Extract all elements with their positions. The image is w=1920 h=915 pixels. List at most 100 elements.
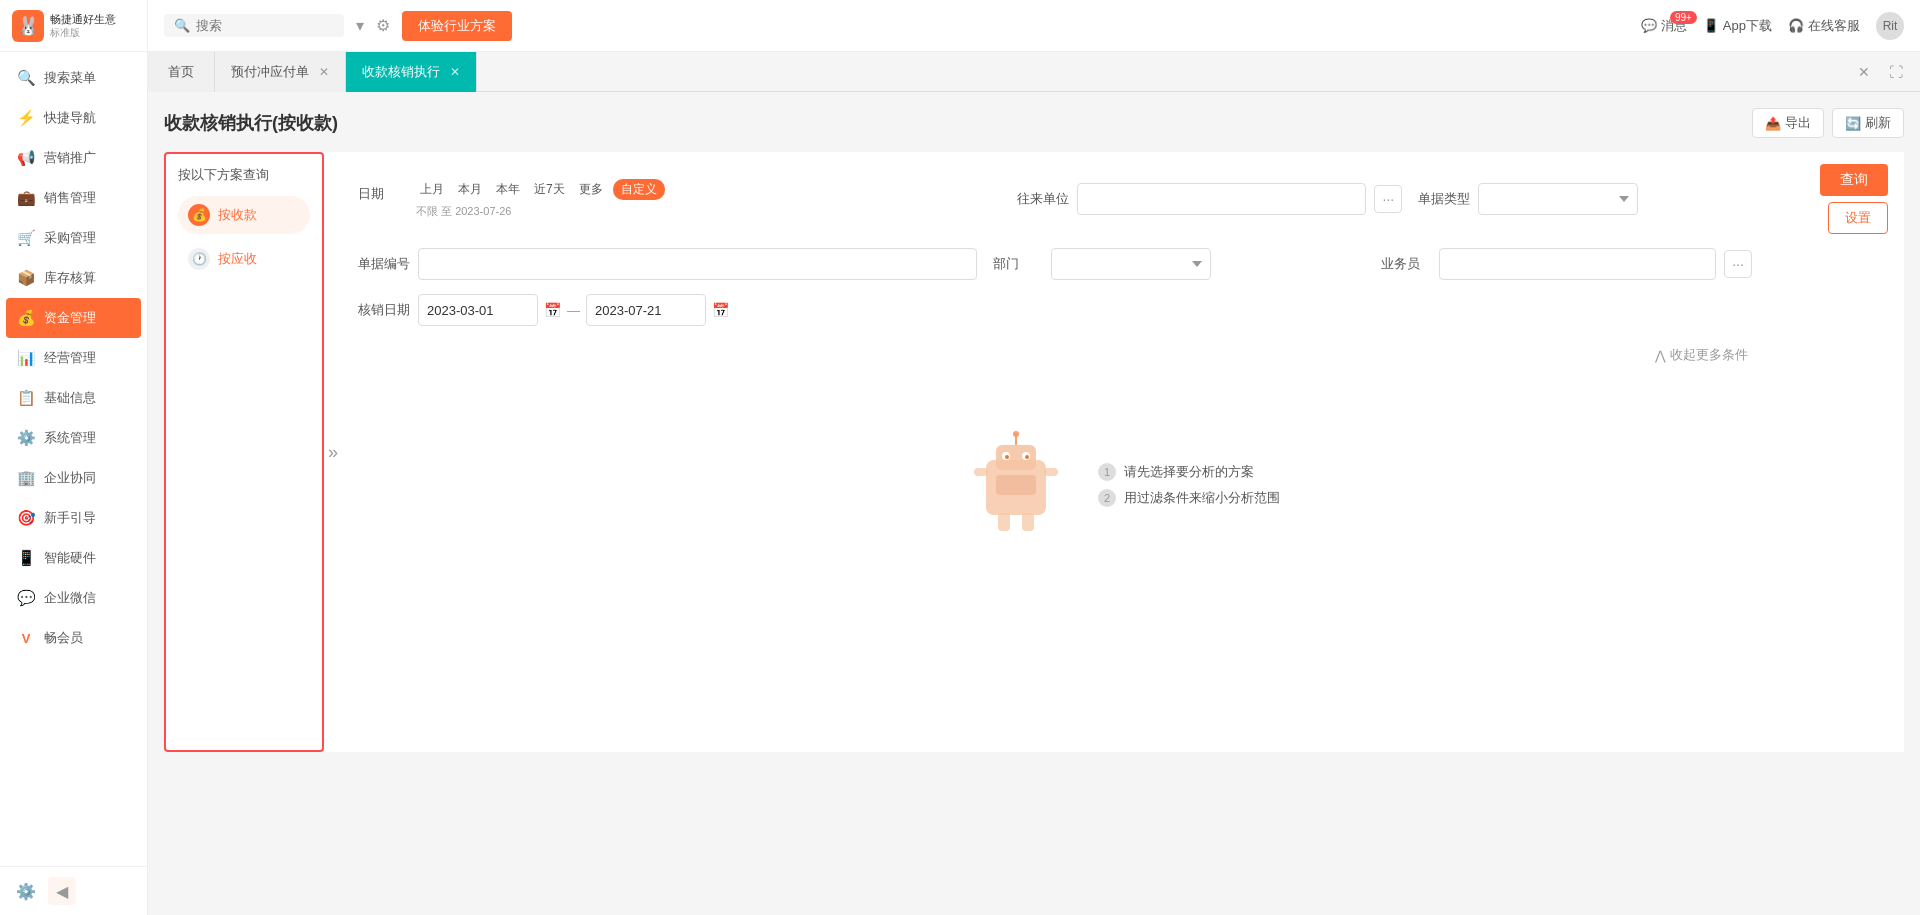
sidebar-item-finance[interactable]: 💰 资金管理 xyxy=(6,298,141,338)
settings-icon[interactable]: ⚙ xyxy=(376,16,390,35)
phone-icon: 📱 xyxy=(1703,18,1719,33)
sidebar-item-vip[interactable]: V 畅会员 xyxy=(0,618,147,658)
industry-solution-button[interactable]: 体验行业方案 xyxy=(402,11,512,41)
sidebar-item-basic[interactable]: 📋 基础信息 xyxy=(0,378,147,418)
shortcut-this-year[interactable]: 本年 xyxy=(492,179,524,200)
sidebar-item-operations[interactable]: 📊 经营管理 xyxy=(0,338,147,378)
message-button[interactable]: 💬 消息 99+ xyxy=(1641,17,1687,35)
tab-prepay-label: 预付冲应付单 xyxy=(231,63,309,81)
sidebar-item-label: 企业协同 xyxy=(44,469,96,487)
hint-text-1: 请先选择要分析的方案 xyxy=(1124,463,1254,481)
form-row-2: 单据编号 部门 业务员 ··· xyxy=(358,248,1888,280)
date-to-display: 至 2023-07-26 xyxy=(441,205,511,217)
sidebar-item-search[interactable]: 🔍 搜索菜单 xyxy=(0,58,147,98)
vip-icon: V xyxy=(16,628,36,648)
verify-start-input[interactable] xyxy=(418,294,538,326)
calendar-end-icon[interactable]: 📅 xyxy=(712,302,729,318)
hint-number-1: 1 xyxy=(1098,463,1116,481)
collapse-button[interactable]: ◀ xyxy=(48,877,76,905)
settings-button[interactable]: ⚙️ xyxy=(12,877,40,905)
tab-prepay-close[interactable]: ✕ xyxy=(319,65,329,79)
export-button[interactable]: 📤 导出 xyxy=(1752,108,1824,138)
verify-end-input[interactable] xyxy=(586,294,706,326)
setting-button[interactable]: 设置 xyxy=(1828,202,1888,234)
counterpart-input[interactable] xyxy=(1077,183,1367,215)
sidebar-item-system[interactable]: ⚙️ 系统管理 xyxy=(0,418,147,458)
clipboard-icon: 📋 xyxy=(16,388,36,408)
filter-by-receivable[interactable]: 🕐 按应收 xyxy=(178,240,310,278)
sidebar-item-marketing[interactable]: 📢 营销推广 xyxy=(0,138,147,178)
shortcut-this-month[interactable]: 本月 xyxy=(454,179,486,200)
doc-type-field: 单据类型 xyxy=(1418,183,1804,215)
more-conditions-label: 收起更多条件 xyxy=(1670,346,1748,364)
salesperson-more-button[interactable]: ··· xyxy=(1724,250,1752,278)
svg-rect-8 xyxy=(996,475,1036,495)
page-header-actions: 📤 导出 🔄 刷新 xyxy=(1752,108,1904,138)
export-icon: 📤 xyxy=(1765,116,1781,131)
page-header: 收款核销执行(按收款) 📤 导出 🔄 刷新 xyxy=(164,108,1904,138)
filter-by-receipt[interactable]: 💰 按收款 xyxy=(178,196,310,234)
search-box[interactable]: 🔍 xyxy=(164,14,344,37)
tab-collection-close[interactable]: ✕ xyxy=(450,65,460,79)
collapse-panel-button[interactable]: » xyxy=(328,442,338,463)
sidebar-item-sales[interactable]: 💼 销售管理 xyxy=(0,178,147,218)
search-icon: 🔍 xyxy=(16,68,36,88)
sidebar-item-hardware[interactable]: 📱 智能硬件 xyxy=(0,538,147,578)
svg-rect-1 xyxy=(996,445,1036,470)
sidebar: 🐰 畅捷通好生意 标准版 🔍 搜索菜单 ⚡ 快捷导航 📢 营销推广 💼 销售管理… xyxy=(0,0,148,915)
tab-expand-button[interactable]: ⛶ xyxy=(1880,56,1912,88)
tab-collection[interactable]: 收款核销执行 ✕ xyxy=(346,52,477,92)
tab-close-button[interactable]: ✕ xyxy=(1848,56,1880,88)
customer-service-label: 在线客服 xyxy=(1808,17,1860,35)
svg-point-4 xyxy=(1005,455,1009,459)
salesperson-field: 业务员 ··· xyxy=(1381,248,1752,280)
sidebar-item-wechat[interactable]: 💬 企业微信 xyxy=(0,578,147,618)
empty-hint-2: 2 用过滤条件来缩小分析范围 xyxy=(1098,489,1280,507)
dept-label: 部门 xyxy=(993,255,1043,273)
filter-by-receipt-label: 按收款 xyxy=(218,206,257,224)
verify-date-field: 核销日期 📅 — 📅 xyxy=(358,294,729,326)
counterpart-more-button[interactable]: ··· xyxy=(1374,185,1402,213)
svg-rect-12 xyxy=(1022,513,1034,531)
search-input[interactable] xyxy=(196,18,316,33)
salesperson-label: 业务员 xyxy=(1381,255,1431,273)
doc-type-select[interactable] xyxy=(1478,183,1638,215)
sidebar-item-label: 智能硬件 xyxy=(44,549,96,567)
box-icon: 📦 xyxy=(16,268,36,288)
logo-icon: 🐰 xyxy=(12,10,44,42)
dropdown-icon[interactable]: ▾ xyxy=(356,16,364,35)
doc-no-input[interactable] xyxy=(418,248,977,280)
sidebar-item-label: 采购管理 xyxy=(44,229,96,247)
briefcase-icon: 💼 xyxy=(16,188,36,208)
app-name: 畅捷通好生意 xyxy=(50,12,116,26)
more-conditions-toggle[interactable]: ⋀ 收起更多条件 xyxy=(1655,340,1748,370)
sidebar-item-inventory[interactable]: 📦 库存核算 xyxy=(0,258,147,298)
svg-point-7 xyxy=(1013,431,1019,437)
shortcut-7days[interactable]: 近7天 xyxy=(530,179,569,200)
query-button[interactable]: 查询 xyxy=(1820,164,1888,196)
sidebar-item-guide[interactable]: 🎯 新手引导 xyxy=(0,498,147,538)
salesperson-input[interactable] xyxy=(1439,248,1716,280)
dept-select[interactable] xyxy=(1051,248,1211,280)
filter-panel: 按以下方案查询 💰 按收款 🕐 按应收 xyxy=(164,152,324,752)
lightning-icon: ⚡ xyxy=(16,108,36,128)
sidebar-item-enterprise[interactable]: 🏢 企业协同 xyxy=(0,458,147,498)
page-title: 收款核销执行(按收款) xyxy=(164,111,338,135)
shortcut-last-month[interactable]: 上月 xyxy=(416,179,448,200)
sidebar-item-quick[interactable]: ⚡ 快捷导航 xyxy=(0,98,147,138)
customer-service-button[interactable]: 🎧 在线客服 xyxy=(1788,17,1860,35)
topbar: 🔍 ▾ ⚙ 体验行业方案 💬 消息 99+ 📱 App下载 🎧 在线客服 Rit xyxy=(148,0,1920,52)
shortcut-custom[interactable]: 自定义 xyxy=(613,179,665,200)
user-initials: Rit xyxy=(1883,19,1898,33)
tab-home[interactable]: 首页 xyxy=(148,52,215,92)
app-logo: 🐰 畅捷通好生意 标准版 xyxy=(0,0,147,52)
shortcut-more[interactable]: 更多 xyxy=(575,179,607,200)
tab-prepay[interactable]: 预付冲应付单 ✕ xyxy=(215,52,346,92)
app-download-button[interactable]: 📱 App下载 xyxy=(1703,17,1772,35)
sidebar-item-purchase[interactable]: 🛒 采购管理 xyxy=(0,218,147,258)
user-profile[interactable]: Rit xyxy=(1876,12,1904,40)
calendar-start-icon[interactable]: 📅 xyxy=(544,302,561,318)
refresh-button[interactable]: 🔄 刷新 xyxy=(1832,108,1904,138)
message-icon: 💬 xyxy=(1641,18,1657,33)
app-version: 标准版 xyxy=(50,26,116,39)
